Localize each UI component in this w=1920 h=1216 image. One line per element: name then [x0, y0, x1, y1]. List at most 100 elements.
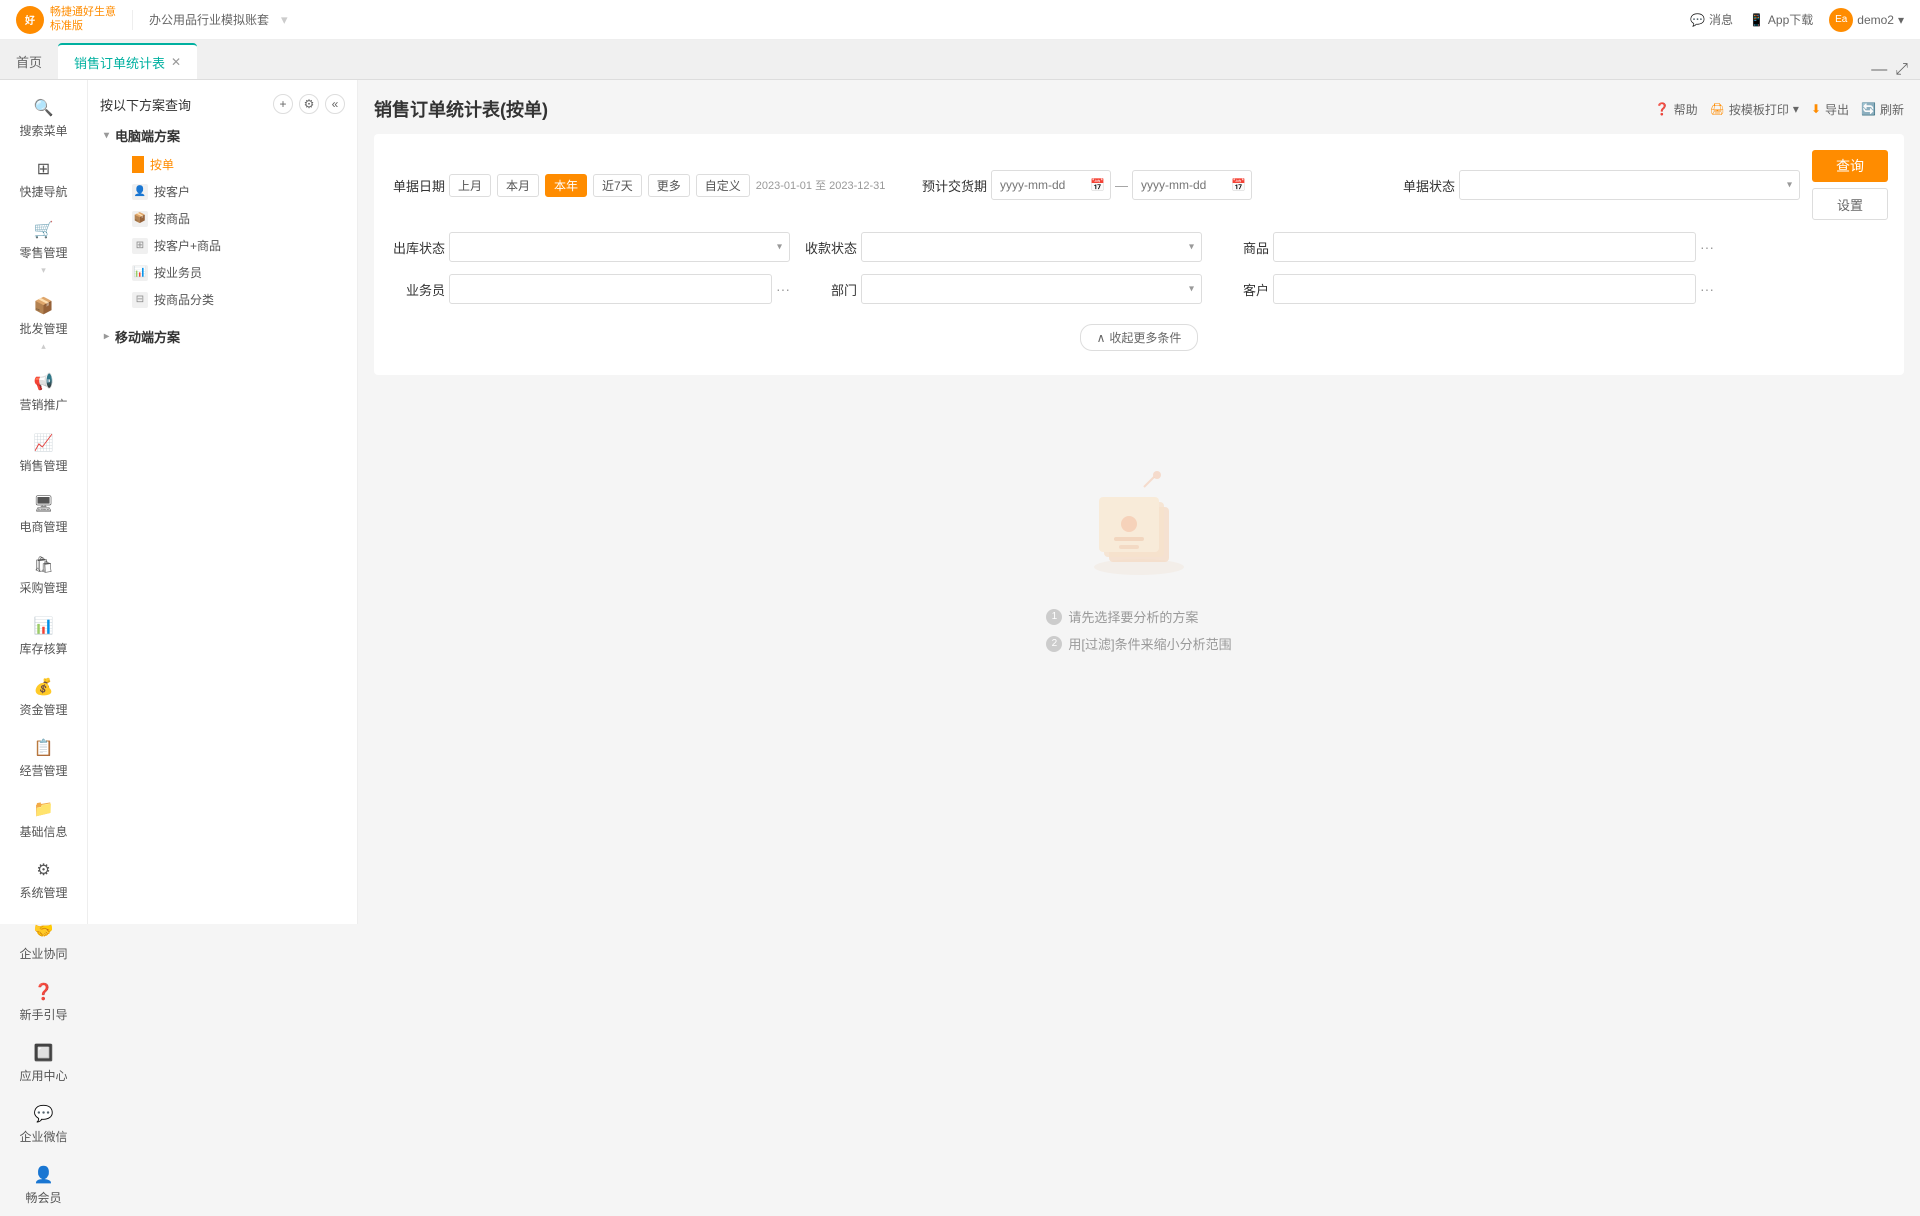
calendar-start-icon[interactable]: 📅	[1090, 178, 1105, 192]
wechat-icon: 💬	[34, 1104, 54, 1124]
expected-date-end-wrapper: 📅	[1132, 170, 1252, 200]
sidebar-item-wholesale-mgmt[interactable]: 📦 批发管理 ▴	[0, 286, 87, 362]
tree-node-by-prod-cat[interactable]: ⊟ 按商品分类	[116, 286, 357, 313]
date-range-text: 2023-01-01 至 2023-12-31	[756, 177, 886, 193]
breadcrumb-arrow-icon[interactable]: ▾	[281, 12, 288, 28]
customer-more-icon[interactable]: ···	[1700, 281, 1714, 297]
sidebar-item-sales-mgmt[interactable]: 📈 销售管理	[0, 423, 87, 484]
tree-node-by-cust-prod[interactable]: ⊞ 按客户+商品	[116, 232, 357, 259]
sidebar-item-corp-collab[interactable]: 🤝 企业协同	[0, 911, 87, 972]
sidebar-item-search-menu[interactable]: 🔍 搜索菜单	[0, 88, 87, 149]
search-button[interactable]: 查询	[1812, 150, 1888, 182]
sidebar-item-purchase-mgmt[interactable]: 🛍 采购管理	[0, 545, 87, 606]
out-status-field: 出库状态	[390, 232, 790, 262]
out-status-select-wrapper	[449, 232, 790, 262]
tree-node-by-salesman[interactable]: 📊 按业务员	[116, 259, 357, 286]
logo-text: 畅捷通好生意 标准版	[50, 6, 116, 32]
salesman-label: 业务员	[390, 280, 445, 299]
out-status-select[interactable]	[449, 232, 790, 262]
top-bar-right: 💬 消息 📱 App下载 Ea demo2 ▾	[1690, 8, 1904, 32]
filter-area: 单据日期 上月 本月 本年 近7天 更多 自定义 2023-01-01 至 20…	[374, 134, 1904, 375]
expected-date-label: 预计交货期	[922, 176, 987, 195]
content-area: 按以下方案查询 + ⚙ « ▾ 电脑端方案 单 按单 👤 按客户	[88, 80, 1920, 924]
salesman-input[interactable]	[449, 274, 772, 304]
sidebar-item-inventory[interactable]: 📊 库存核算	[0, 606, 87, 667]
collapse-btn[interactable]: ∧ 收起更多条件	[1080, 324, 1199, 351]
preset-more[interactable]: 更多	[648, 174, 690, 197]
preset-last-month[interactable]: 上月	[449, 174, 491, 197]
dept-select[interactable]	[861, 274, 1202, 304]
maximize-btn[interactable]: ⤢	[1895, 61, 1908, 79]
tab-home[interactable]: 首页	[0, 43, 58, 79]
sidebar-item-app-center[interactable]: 🔲 应用中心	[0, 1033, 87, 1094]
single-status-select[interactable]	[1459, 170, 1800, 200]
preset-this-year[interactable]: 本年	[545, 174, 587, 197]
sidebar-item-basic-info[interactable]: 📁 基础信息	[0, 789, 87, 850]
date-preset-group: 上月 本月 本年 近7天 更多 自定义 2023-01-01 至 2023-12…	[449, 174, 885, 197]
user-menu[interactable]: Ea demo2 ▾	[1829, 8, 1904, 32]
expected-date-field: 预计交货期 📅 — 📅	[922, 170, 1388, 200]
tree-section-label-pc: 电脑端方案	[115, 126, 180, 145]
help-btn[interactable]: ❓ 帮助	[1655, 101, 1698, 118]
pay-status-select-wrapper	[861, 232, 1202, 262]
left-panel-title: 按以下方案查询	[100, 95, 267, 114]
message-btn[interactable]: 💬 消息	[1690, 11, 1733, 28]
sidebar-item-quick-nav[interactable]: ⊞ 快捷导航	[0, 149, 87, 210]
sidebar-item-retail-mgmt[interactable]: 🛒 零售管理 ▾	[0, 210, 87, 286]
refresh-btn[interactable]: 🔄 刷新	[1861, 101, 1904, 118]
tree-expand-icon-mobile: ▸	[104, 331, 109, 342]
product-more-icon[interactable]: ···	[1700, 239, 1714, 255]
sidebar-item-new-guide[interactable]: ❓ 新手引导	[0, 972, 87, 1033]
settings-plan-btn[interactable]: ⚙	[299, 94, 319, 114]
tree-section-label-mobile: 移动端方案	[115, 327, 180, 346]
dept-select-wrapper	[861, 274, 1202, 304]
by-prod-cat-icon: ⊟	[132, 292, 148, 308]
sidebar-item-finance-mgmt[interactable]: 💰 资金管理	[0, 667, 87, 728]
app-center-icon: 🔲	[34, 1043, 54, 1063]
sidebar-item-ops-mgmt[interactable]: 📋 经营管理	[0, 728, 87, 789]
by-order-label: 按单	[150, 156, 174, 173]
tab-sales-order-stats[interactable]: 销售订单统计表 ✕	[58, 43, 197, 79]
tree-node-by-customer[interactable]: 👤 按客户	[116, 178, 357, 205]
tab-close-icon[interactable]: ✕	[171, 55, 181, 69]
logo-area: 好 畅捷通好生意 标准版	[16, 6, 116, 34]
pay-status-select[interactable]	[861, 232, 1202, 262]
filter-wrapper: 单据日期 上月 本月 本年 近7天 更多 自定义 2023-01-01 至 20…	[374, 134, 1904, 375]
dept-label: 部门	[802, 280, 857, 299]
minimize-btn[interactable]: —	[1871, 61, 1887, 79]
salesman-more-icon[interactable]: ···	[776, 281, 790, 297]
by-customer-icon: 👤	[132, 184, 148, 200]
retail-icon: 🛒	[34, 220, 54, 240]
tree-section-pc[interactable]: ▾ 电脑端方案	[88, 120, 357, 151]
sidebar-item-corp-wechat[interactable]: 💬 企业微信	[0, 1094, 87, 1155]
template-print-btn[interactable]: 🖨 按模板打印 ▾	[1710, 101, 1799, 118]
app-icon: 📱	[1749, 13, 1764, 27]
wholesale-arrow-icon: ▴	[41, 341, 46, 352]
preset-custom[interactable]: 自定义	[696, 174, 750, 197]
by-customer-label: 按客户	[154, 183, 190, 200]
breadcrumb: 办公用品行业模拟账套	[149, 11, 269, 28]
collab-icon: 🤝	[34, 921, 54, 941]
sidebar-item-member[interactable]: 👤 畅会员	[0, 1155, 87, 1216]
sidebar-item-ecom-mgmt[interactable]: 🖥 电商管理	[0, 484, 87, 545]
preset-last-7days[interactable]: 近7天	[593, 174, 642, 197]
app-download-btn[interactable]: 📱 App下载	[1749, 11, 1813, 28]
sidebar-item-marketing[interactable]: 📢 营销推广	[0, 362, 87, 423]
product-input[interactable]	[1273, 232, 1696, 262]
customer-input[interactable]	[1273, 274, 1696, 304]
tree-node-by-product[interactable]: 📦 按商品	[116, 205, 357, 232]
tree-node-by-order[interactable]: 单 按单	[116, 151, 357, 178]
preset-this-month[interactable]: 本月	[497, 174, 539, 197]
single-date-label: 单据日期	[390, 176, 445, 195]
collapse-icon: ∧	[1097, 331, 1106, 345]
ecom-icon: 🖥	[33, 494, 53, 514]
collapse-panel-btn[interactable]: «	[325, 94, 345, 114]
export-btn[interactable]: ⬇ 导出	[1811, 101, 1849, 118]
guide-icon: ❓	[34, 982, 54, 1002]
sidebar-item-sys-mgmt[interactable]: ⚙ 系统管理	[0, 850, 87, 911]
add-plan-btn[interactable]: +	[273, 94, 293, 114]
setting-button[interactable]: 设置	[1812, 188, 1888, 220]
calendar-end-icon[interactable]: 📅	[1231, 178, 1246, 192]
out-status-label: 出库状态	[390, 238, 445, 257]
tree-section-mobile[interactable]: ▸ 移动端方案	[88, 321, 357, 352]
